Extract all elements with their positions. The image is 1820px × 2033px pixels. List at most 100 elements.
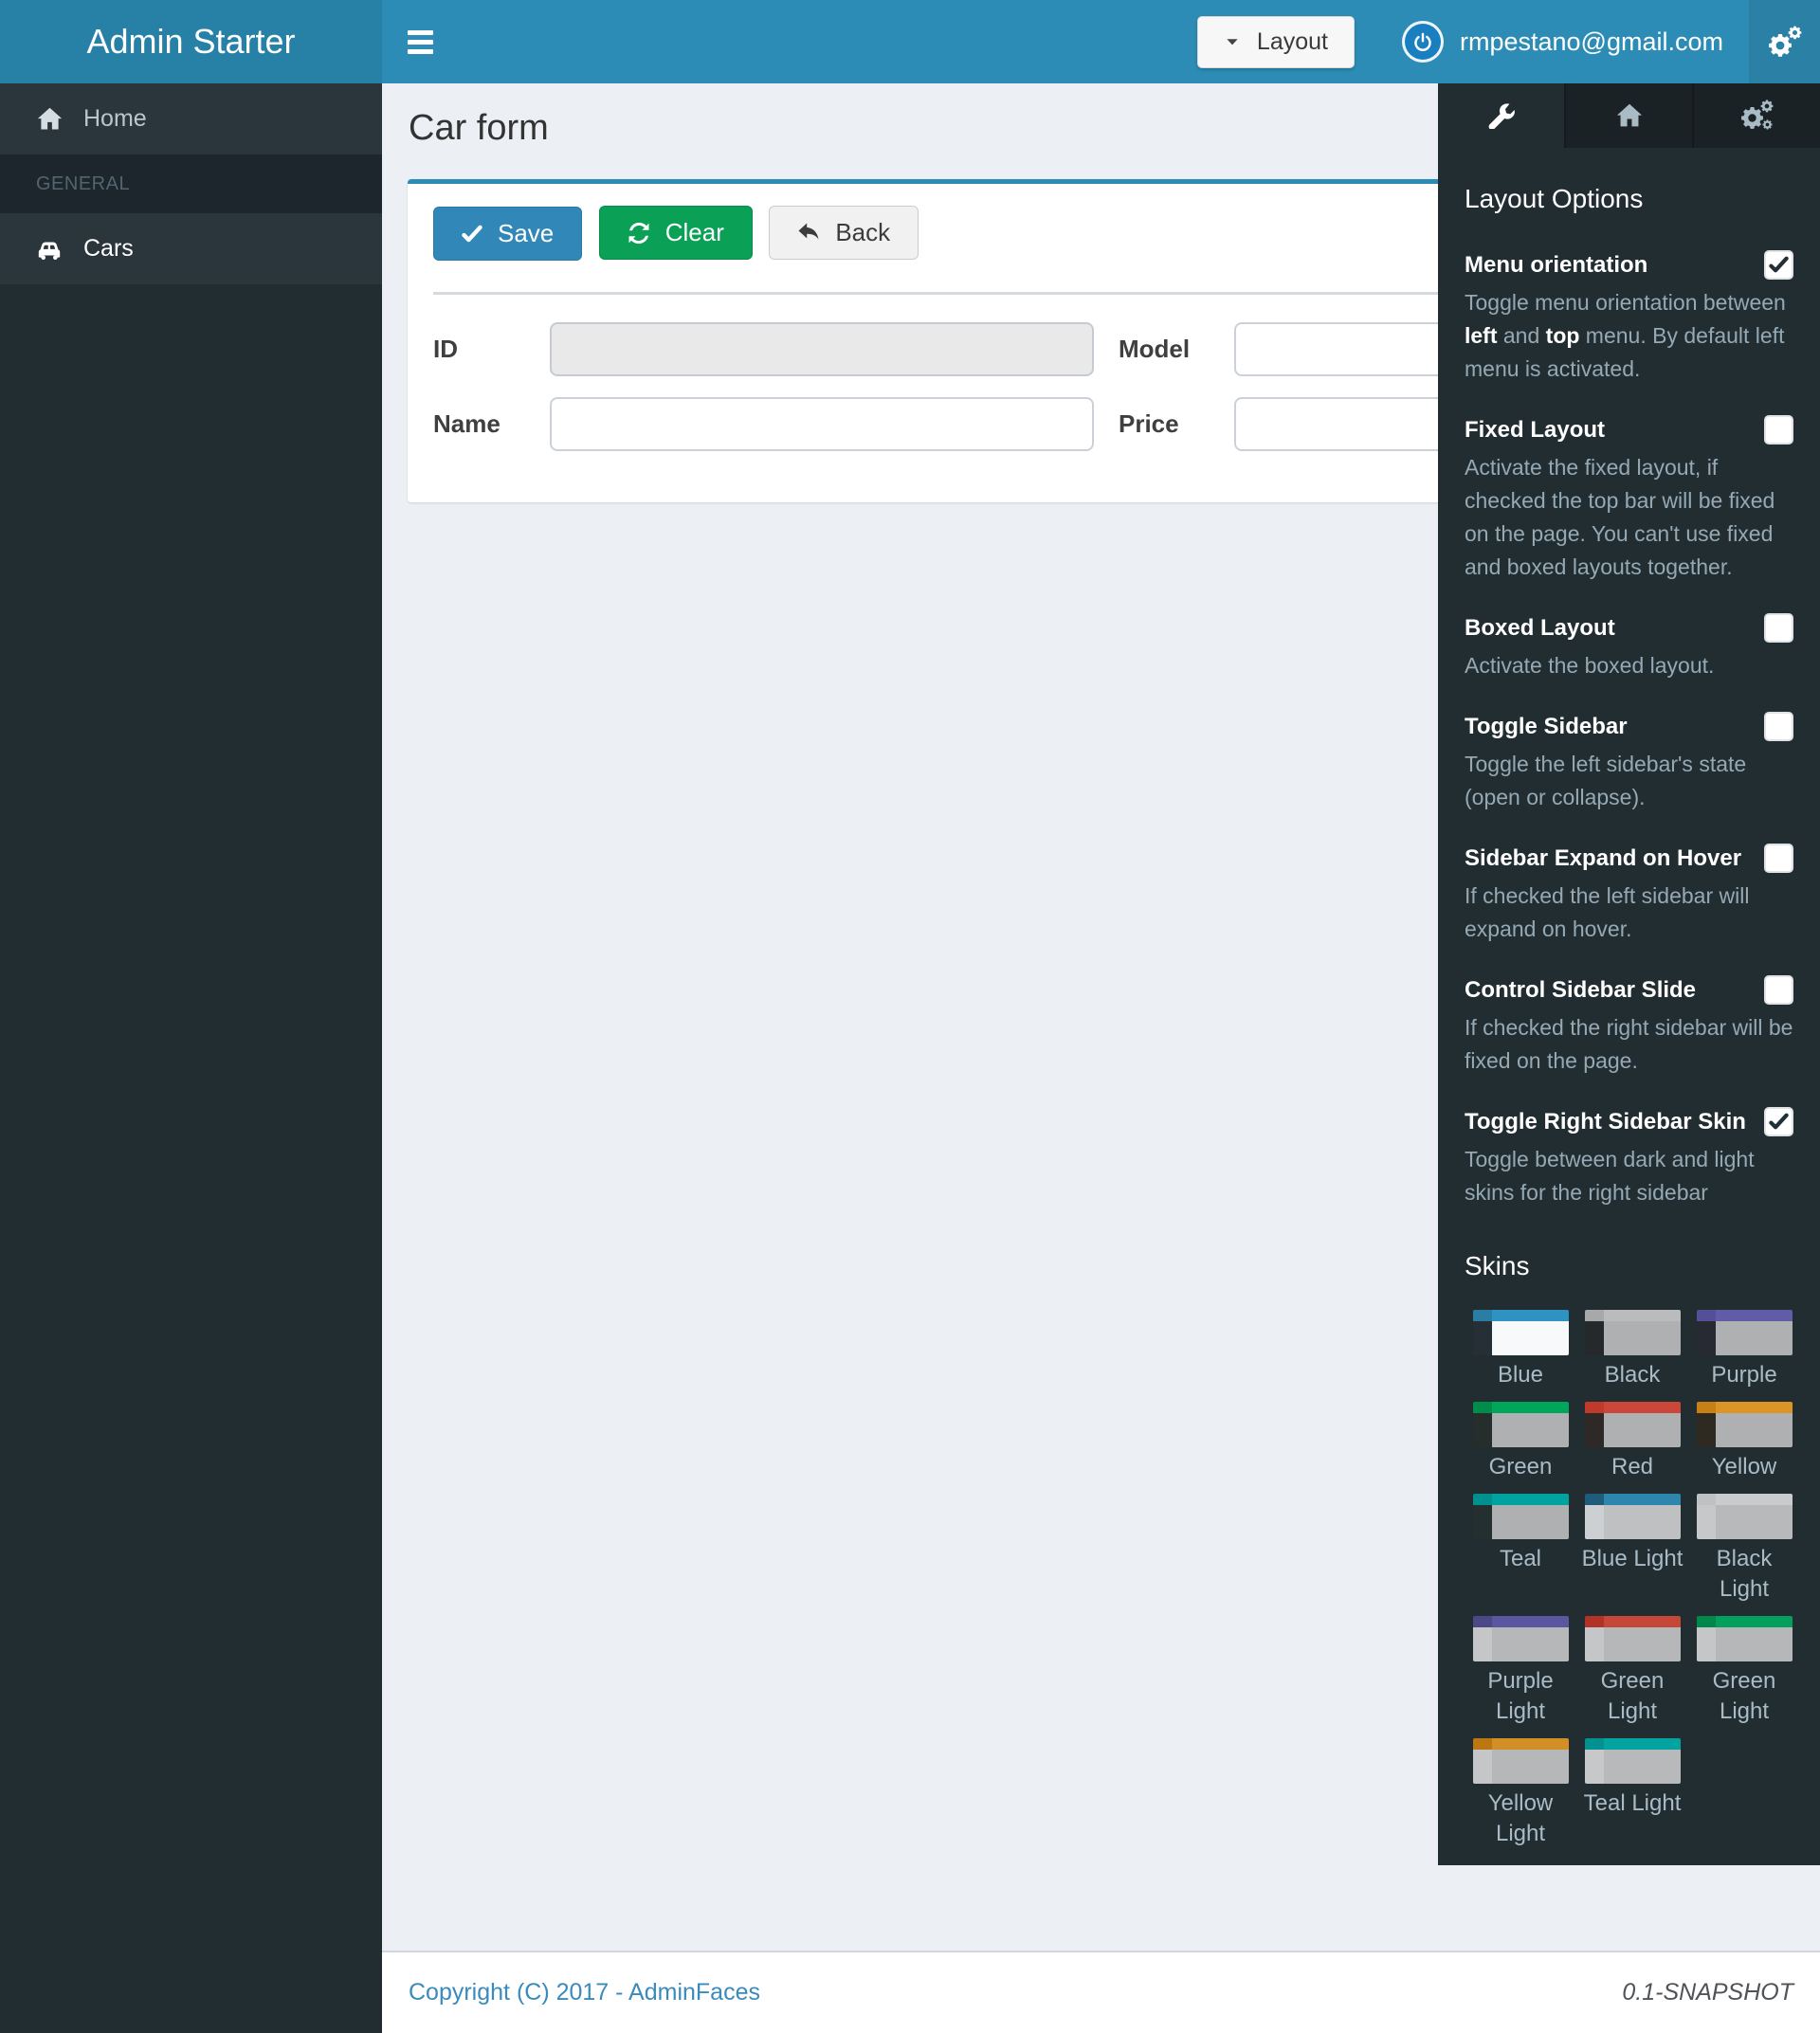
skin-swatch[interactable]: [1473, 1310, 1569, 1355]
brand-logo[interactable]: Admin Starter: [0, 0, 382, 83]
skin-swatch[interactable]: [1473, 1616, 1569, 1661]
skin-swatch[interactable]: [1697, 1494, 1793, 1539]
tab-settings[interactable]: [1692, 83, 1820, 148]
option-description: If checked the right sidebar will be fix…: [1465, 1011, 1793, 1078]
skin-label: Yellow: [1693, 1452, 1795, 1482]
menu-orientation-checkbox[interactable]: [1764, 250, 1793, 280]
save-button-label: Save: [498, 219, 554, 248]
brand-title: Admin Starter: [86, 22, 295, 62]
save-button[interactable]: Save: [433, 207, 582, 261]
skin-purple[interactable]: Purple: [1688, 1310, 1800, 1390]
back-button[interactable]: Back: [769, 206, 919, 260]
skin-green[interactable]: Green: [1465, 1402, 1576, 1482]
tab-layout-options[interactable]: [1438, 83, 1564, 148]
back-button-label: Back: [835, 218, 890, 247]
copyright-link[interactable]: Copyright (C) 2017 - AdminFaces: [409, 1979, 760, 2006]
home-icon: [1616, 102, 1643, 129]
option-boxed-layout: Boxed Layout Activate the boxed layout.: [1465, 615, 1793, 682]
skin-swatch[interactable]: [1697, 1310, 1793, 1355]
skin-swatch[interactable]: [1473, 1402, 1569, 1447]
gears-icon: [1740, 100, 1774, 132]
sidebar-item-home[interactable]: Home: [0, 83, 382, 154]
wrench-icon: [1488, 102, 1515, 129]
skin-swatch[interactable]: [1697, 1616, 1793, 1661]
boxed-layout-checkbox[interactable]: [1764, 613, 1793, 643]
fixed-layout-checkbox[interactable]: [1764, 415, 1793, 445]
skin-label: Green Light: [1693, 1666, 1795, 1727]
skin-label: Black Light: [1693, 1544, 1795, 1605]
top-navbar: Admin Starter Layout rmpestano@gmail.com: [0, 0, 1820, 83]
skin-yellow[interactable]: Yellow: [1688, 1402, 1800, 1482]
left-sidebar: Home GENERAL Cars: [0, 83, 382, 2033]
option-title: Menu orientation: [1465, 252, 1793, 279]
skin-label: Purple Light: [1469, 1666, 1572, 1727]
skin-swatch[interactable]: [1585, 1616, 1681, 1661]
option-title: Toggle Right Sidebar Skin: [1465, 1109, 1793, 1135]
skin-teal[interactable]: Teal: [1465, 1494, 1576, 1605]
skin-black-light[interactable]: Black Light: [1688, 1494, 1800, 1605]
skin-swatch[interactable]: [1585, 1738, 1681, 1784]
option-fixed-layout: Fixed Layout Activate the fixed layout, …: [1465, 417, 1793, 584]
skin-green-light[interactable]: Green Light: [1688, 1616, 1800, 1727]
option-description: Activate the boxed layout.: [1465, 649, 1793, 682]
skin-swatch[interactable]: [1585, 1402, 1681, 1447]
option-title: Toggle Sidebar: [1465, 714, 1793, 740]
home-icon: [36, 106, 63, 132]
skin-black[interactable]: Black: [1576, 1310, 1688, 1390]
option-toggle-sidebar: Toggle Sidebar Toggle the left sidebar's…: [1465, 714, 1793, 814]
control-sidebar-tabs: [1438, 83, 1820, 148]
skin-label: Teal Light: [1581, 1788, 1684, 1819]
layout-dropdown-label: Layout: [1257, 28, 1328, 56]
skin-swatch[interactable]: [1473, 1738, 1569, 1784]
sidebar-expand-hover-checkbox[interactable]: [1764, 844, 1793, 873]
option-sidebar-expand-hover: Sidebar Expand on Hover If checked the l…: [1465, 845, 1793, 946]
skin-label: Yellow Light: [1469, 1788, 1572, 1849]
price-label: Price: [1094, 409, 1234, 439]
model-label: Model: [1094, 335, 1234, 364]
tab-home[interactable]: [1564, 83, 1692, 148]
option-title: Fixed Layout: [1465, 417, 1793, 444]
option-title: Sidebar Expand on Hover: [1465, 845, 1793, 872]
skin-label: Blue: [1469, 1360, 1572, 1390]
skin-blue[interactable]: Blue: [1465, 1310, 1576, 1390]
skin-blue-light[interactable]: Blue Light: [1576, 1494, 1688, 1605]
toggle-sidebar-checkbox[interactable]: [1764, 712, 1793, 741]
skin-label: Blue Light: [1581, 1544, 1684, 1574]
control-sidebar-toggle-button[interactable]: [1749, 0, 1820, 83]
skins-grid: Blue Black Purple Green Red Yellow: [1465, 1310, 1802, 1861]
clear-button[interactable]: Clear: [599, 206, 753, 260]
skin-teal-light[interactable]: Teal Light: [1576, 1738, 1688, 1849]
option-toggle-right-sidebar-skin: Toggle Right Sidebar Skin Toggle between…: [1465, 1109, 1793, 1209]
skin-swatch[interactable]: [1585, 1310, 1681, 1355]
name-field[interactable]: [550, 397, 1094, 451]
option-description: Toggle the left sidebar's state (open or…: [1465, 748, 1793, 814]
skin-purple-light[interactable]: Purple Light: [1465, 1616, 1576, 1727]
option-title: Control Sidebar Slide: [1465, 977, 1793, 1004]
control-sidebar-slide-checkbox[interactable]: [1764, 975, 1793, 1005]
option-description: Activate the fixed layout, if checked th…: [1465, 451, 1793, 584]
sidebar-toggle-button[interactable]: [408, 13, 464, 70]
skin-swatch[interactable]: [1585, 1494, 1681, 1539]
skin-label: Purple: [1693, 1360, 1795, 1390]
caret-down-icon: [1224, 33, 1241, 50]
skin-swatch[interactable]: [1697, 1402, 1793, 1447]
user-menu[interactable]: rmpestano@gmail.com: [1402, 21, 1723, 63]
power-icon: [1402, 21, 1444, 63]
layout-dropdown[interactable]: Layout: [1197, 16, 1355, 68]
sidebar-item-label: Cars: [83, 235, 134, 263]
check-icon: [1769, 255, 1789, 275]
skin-green-light-red[interactable]: Green Light: [1576, 1616, 1688, 1727]
skin-yellow-light[interactable]: Yellow Light: [1465, 1738, 1576, 1849]
sidebar-item-cars[interactable]: Cars: [0, 213, 382, 284]
skin-swatch[interactable]: [1473, 1494, 1569, 1539]
control-sidebar: Layout Options Menu orientation Toggle m…: [1438, 83, 1820, 1865]
sidebar-item-label: Home: [83, 105, 147, 133]
name-label: Name: [433, 409, 550, 439]
skin-red[interactable]: Red: [1576, 1402, 1688, 1482]
car-icon: [36, 235, 63, 263]
option-description: If checked the left sidebar will expand …: [1465, 880, 1793, 946]
skin-label: Green: [1469, 1452, 1572, 1482]
gears-icon: [1768, 26, 1802, 58]
toggle-right-sidebar-skin-checkbox[interactable]: [1764, 1107, 1793, 1136]
user-email: rmpestano@gmail.com: [1460, 27, 1723, 57]
